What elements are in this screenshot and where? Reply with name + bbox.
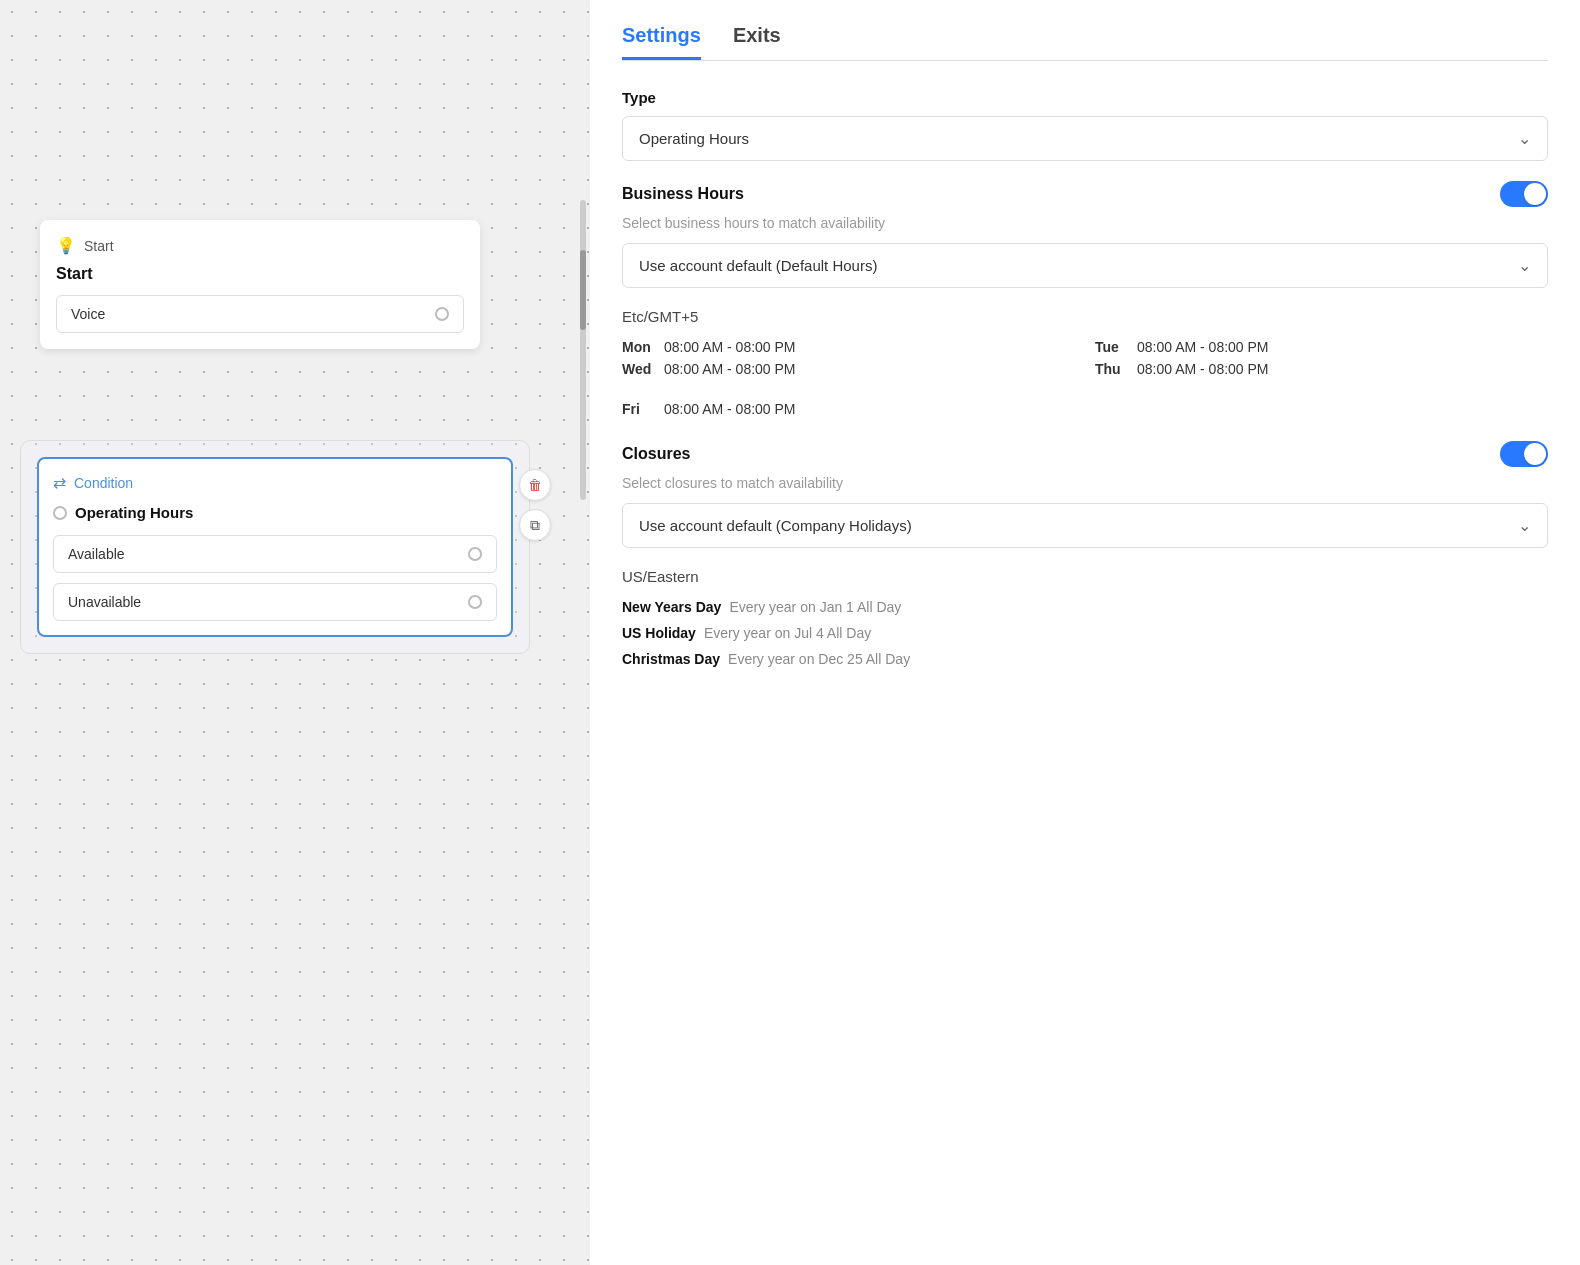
closures-label: Closures xyxy=(622,445,690,463)
start-node-dot xyxy=(435,307,449,321)
start-node-header-label: Start xyxy=(84,238,114,254)
lightbulb-icon: 💡 xyxy=(56,236,76,255)
tabs: Settings Exits xyxy=(622,24,1548,61)
condition-node: ⇄ Condition Operating Hours Available Un… xyxy=(37,457,513,637)
business-hours-timezone: Etc/GMT+5 xyxy=(622,308,1548,325)
closures-toggle-row: Closures xyxy=(622,441,1548,467)
holiday-desc-1: Every year on Jul 4 All Day xyxy=(704,625,871,641)
business-hours-toggle[interactable] xyxy=(1500,181,1548,207)
delete-button[interactable]: 🗑 xyxy=(519,469,551,501)
closures-hint: Select closures to match availability xyxy=(622,475,1548,491)
type-dropdown-value: Operating Hours xyxy=(639,130,749,147)
hours-row-fri: Fri 08:00 AM - 08:00 PM xyxy=(622,401,1548,417)
day-wed: Wed xyxy=(622,361,656,377)
hours-row-mon: Mon 08:00 AM - 08:00 PM xyxy=(622,339,1075,355)
holiday-desc-2: Every year on Dec 25 All Day xyxy=(728,651,910,667)
closures-toggle[interactable] xyxy=(1500,441,1548,467)
business-hours-hint: Select business hours to match availabil… xyxy=(622,215,1548,231)
output-unavailable-dot xyxy=(468,595,482,609)
holiday-row-0: New Years Day Every year on Jan 1 All Da… xyxy=(622,599,1548,615)
scrollbar-thumb[interactable] xyxy=(580,250,586,330)
hours-row-wed: Wed 08:00 AM - 08:00 PM xyxy=(622,361,1075,377)
tab-settings[interactable]: Settings xyxy=(622,24,701,60)
holiday-row-2: Christmas Day Every year on Dec 25 All D… xyxy=(622,651,1548,667)
output-unavailable-label: Unavailable xyxy=(68,594,141,610)
day-mon: Mon xyxy=(622,339,656,355)
output-unavailable[interactable]: Unavailable xyxy=(53,583,497,621)
holiday-list: New Years Day Every year on Jan 1 All Da… xyxy=(622,599,1548,667)
business-hours-dropdown[interactable]: Use account default (Default Hours) ⌄ xyxy=(622,243,1548,288)
output-available[interactable]: Available xyxy=(53,535,497,573)
closures-toggle-knob xyxy=(1524,443,1546,465)
closures-timezone: US/Eastern xyxy=(622,568,1548,585)
type-dropdown[interactable]: Operating Hours ⌄ xyxy=(622,116,1548,161)
hours-row-thu: Thu 08:00 AM - 08:00 PM xyxy=(1095,361,1548,377)
condition-icon: ⇄ xyxy=(53,473,66,492)
output-available-label: Available xyxy=(68,546,125,562)
start-node-header: 💡 Start xyxy=(56,236,464,255)
day-thu: Thu xyxy=(1095,361,1129,377)
hours-row-tue: Tue 08:00 AM - 08:00 PM xyxy=(1095,339,1548,355)
condition-wrapper: → ⇄ Condition Operating Hours Available … xyxy=(20,440,530,654)
condition-node-header: ⇄ Condition xyxy=(53,473,497,492)
holiday-name-0: New Years Day xyxy=(622,599,721,615)
closures-section: Closures Select closures to match availa… xyxy=(622,441,1548,667)
condition-node-header-label: Condition xyxy=(74,475,133,491)
closures-dropdown-value: Use account default (Company Holidays) xyxy=(639,517,912,534)
closures-dropdown-chevron: ⌄ xyxy=(1518,516,1531,535)
condition-label: Operating Hours xyxy=(53,504,497,521)
hours-mon: 08:00 AM - 08:00 PM xyxy=(664,339,796,355)
business-hours-section: Business Hours Select business hours to … xyxy=(622,181,1548,417)
settings-panel: Settings Exits Type Operating Hours ⌄ Bu… xyxy=(590,0,1580,1265)
canvas-panel: 💡 Start Start Voice → ⇄ Condition Operat… xyxy=(0,0,590,1265)
start-node-output-label: Voice xyxy=(71,306,105,322)
condition-radio xyxy=(53,506,67,520)
start-node: 💡 Start Start Voice xyxy=(40,220,480,349)
hours-thu: 08:00 AM - 08:00 PM xyxy=(1137,361,1269,377)
type-dropdown-chevron: ⌄ xyxy=(1518,129,1531,148)
hours-grid: Mon 08:00 AM - 08:00 PM Tue 08:00 AM - 0… xyxy=(622,339,1548,377)
closures-dropdown[interactable]: Use account default (Company Holidays) ⌄ xyxy=(622,503,1548,548)
scrollbar[interactable] xyxy=(580,200,586,500)
type-section: Type Operating Hours ⌄ xyxy=(622,89,1548,161)
business-hours-toggle-row: Business Hours xyxy=(622,181,1548,207)
hours-tue: 08:00 AM - 08:00 PM xyxy=(1137,339,1269,355)
business-hours-dropdown-chevron: ⌄ xyxy=(1518,256,1531,275)
output-available-dot xyxy=(468,547,482,561)
business-hours-label: Business Hours xyxy=(622,185,744,203)
start-node-title: Start xyxy=(56,265,464,283)
day-tue: Tue xyxy=(1095,339,1129,355)
type-label: Type xyxy=(622,89,1548,106)
day-fri: Fri xyxy=(622,401,656,417)
hours-wed: 08:00 AM - 08:00 PM xyxy=(664,361,796,377)
holiday-name-1: US Holiday xyxy=(622,625,696,641)
condition-label-text: Operating Hours xyxy=(75,504,193,521)
holiday-row-1: US Holiday Every year on Jul 4 All Day xyxy=(622,625,1548,641)
hours-fri: 08:00 AM - 08:00 PM xyxy=(664,401,796,417)
start-node-output[interactable]: Voice xyxy=(56,295,464,333)
business-hours-dropdown-value: Use account default (Default Hours) xyxy=(639,257,877,274)
copy-button[interactable]: ⧉ xyxy=(519,509,551,541)
business-hours-toggle-knob xyxy=(1524,183,1546,205)
tab-exits[interactable]: Exits xyxy=(733,24,781,60)
holiday-name-2: Christmas Day xyxy=(622,651,720,667)
holiday-desc-0: Every year on Jan 1 All Day xyxy=(729,599,901,615)
condition-actions: 🗑 ⧉ xyxy=(519,469,551,541)
